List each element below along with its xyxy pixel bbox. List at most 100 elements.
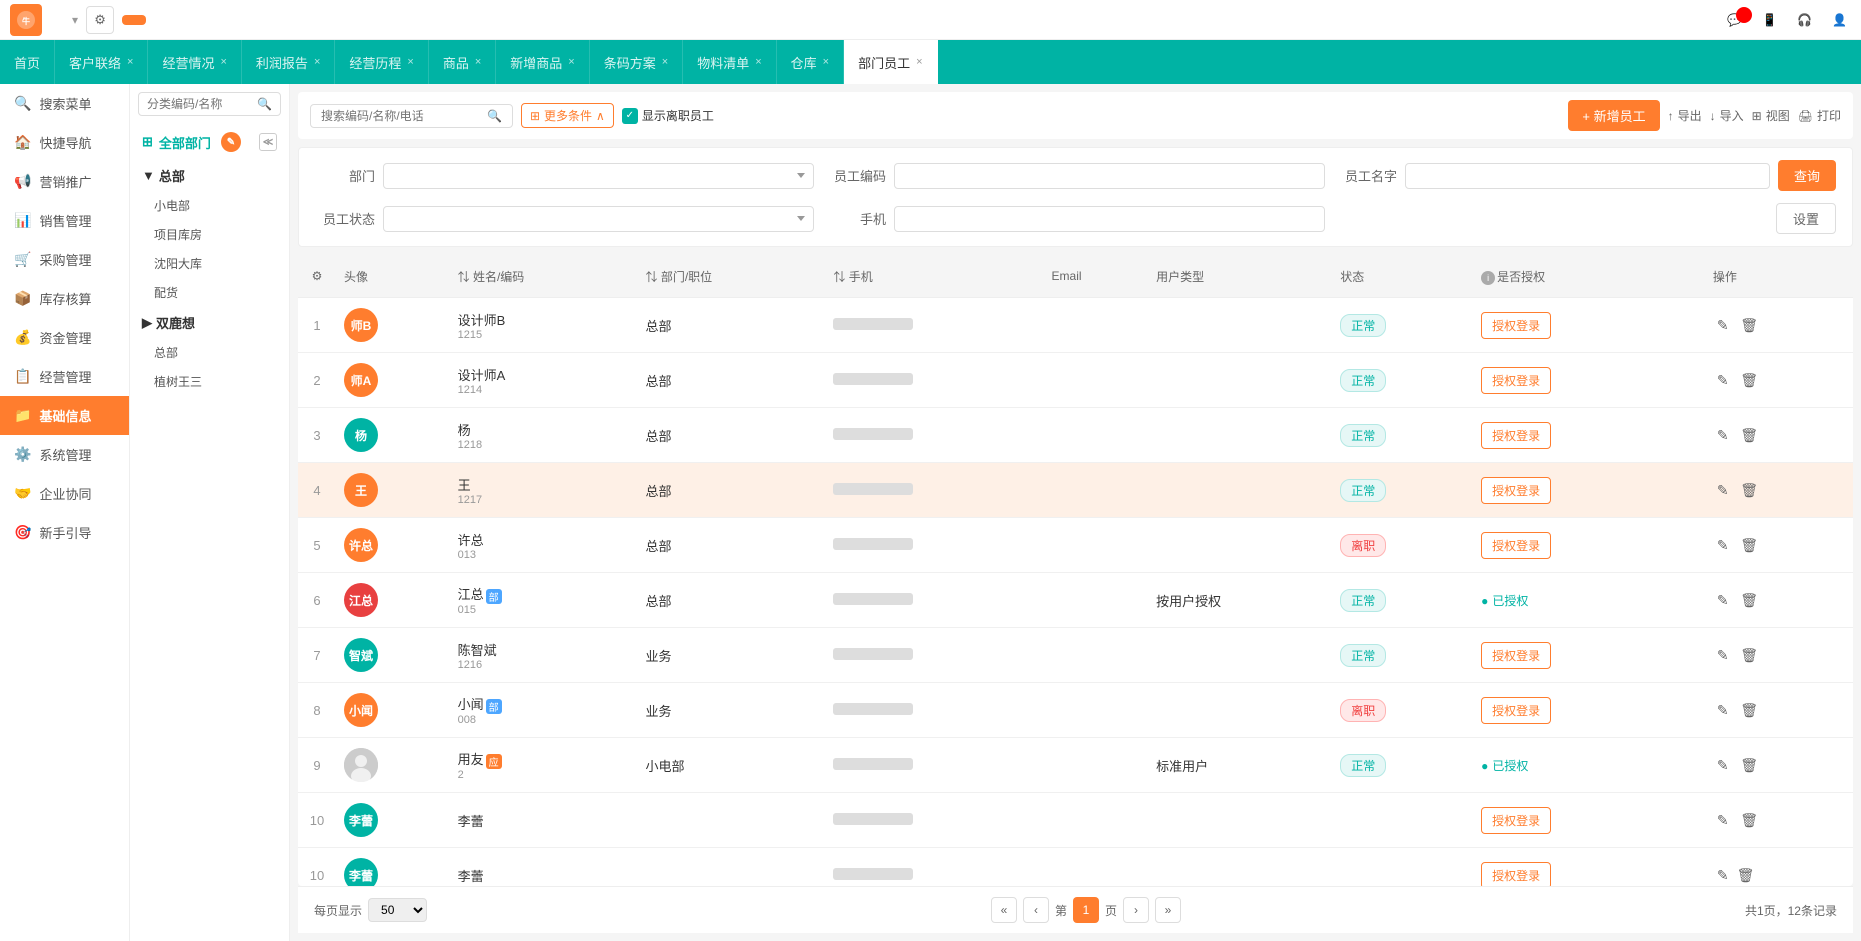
- sidebar-item-guide[interactable]: 🎯 新手引导: [0, 513, 129, 552]
- sidebar-item-management[interactable]: 📋 经营管理: [0, 357, 129, 396]
- delete-button[interactable]: 🗑: [1736, 425, 1762, 446]
- sidebar-item-search[interactable]: 🔍 搜索菜单: [0, 84, 129, 123]
- filter-select-emp-status[interactable]: [383, 206, 814, 232]
- tab-warehouse[interactable]: 仓库 ×: [777, 40, 844, 84]
- dept-item-xiaodiandian[interactable]: 小电部: [130, 191, 289, 220]
- sidebar-item-sales[interactable]: 📊 销售管理: [0, 201, 129, 240]
- sidebar-item-basic-info[interactable]: 📁 基础信息: [0, 396, 129, 435]
- sidebar-item-quicknav[interactable]: 🏠 快捷导航: [0, 123, 129, 162]
- show-retired-toggle[interactable]: ✓ 显示离职员工: [622, 107, 714, 124]
- edit-button[interactable]: ✎: [1713, 865, 1733, 886]
- sidebar-item-inventory[interactable]: 📦 库存核算: [0, 279, 129, 318]
- trial-button[interactable]: [122, 15, 146, 25]
- sidebar-item-marketing[interactable]: 📢 营销推广: [0, 162, 129, 201]
- dept-search-input[interactable]: [147, 97, 257, 111]
- tab-new-goods[interactable]: 新增商品 ×: [496, 40, 589, 84]
- th-dept[interactable]: ⇅ 部门/职位: [638, 255, 826, 298]
- query-button[interactable]: 查询: [1778, 160, 1836, 191]
- filter-input-phone[interactable]: [894, 206, 1325, 232]
- tab-home[interactable]: 首页: [0, 40, 55, 84]
- all-dept-item[interactable]: ⊞ 全部部门 ✎ ≪: [130, 124, 289, 160]
- dept-group-zongbu[interactable]: ▼ 总部: [130, 160, 289, 191]
- tab-operation[interactable]: 经营情况 ×: [148, 40, 241, 84]
- dept-item-xiangmu[interactable]: 项目库房: [130, 220, 289, 249]
- auth-login-button[interactable]: 授权登录: [1481, 312, 1551, 339]
- sidebar-item-collab[interactable]: 🤝 企业协同: [0, 474, 129, 513]
- edit-button[interactable]: ✎: [1713, 315, 1733, 336]
- search-input[interactable]: [321, 109, 481, 123]
- tab-dept-staff[interactable]: 部门员工 ×: [844, 40, 937, 84]
- auth-login-button[interactable]: 授权登录: [1481, 807, 1551, 834]
- th-gear[interactable]: ⚙: [298, 255, 336, 298]
- view-button[interactable]: ⊞ 视图: [1752, 107, 1790, 124]
- prev-page-button[interactable]: ‹: [1023, 897, 1049, 923]
- tab-goods[interactable]: 商品 ×: [429, 40, 496, 84]
- sidebar-item-finance[interactable]: 💰 资金管理: [0, 318, 129, 357]
- auth-login-button[interactable]: 授权登录: [1481, 862, 1551, 887]
- filter-select-dept[interactable]: [383, 163, 814, 189]
- print-button[interactable]: 🖨 打印: [1798, 107, 1841, 124]
- dept-search-box[interactable]: 🔍: [138, 92, 281, 116]
- edit-button[interactable]: ✎: [1713, 590, 1733, 611]
- delete-button[interactable]: 🗑: [1736, 700, 1762, 721]
- dept-edit-button[interactable]: ✎: [221, 132, 241, 152]
- delete-button[interactable]: 🗑: [1736, 590, 1762, 611]
- tab-barcode[interactable]: 条码方案 ×: [590, 40, 683, 84]
- settings-gear-button[interactable]: ⚙: [86, 6, 114, 34]
- edit-button[interactable]: ✎: [1713, 535, 1733, 556]
- delete-button[interactable]: 🗑: [1733, 865, 1759, 886]
- edit-button[interactable]: ✎: [1713, 370, 1733, 391]
- set-button[interactable]: 设置: [1776, 203, 1836, 234]
- dept-item-shenyang[interactable]: 沈阳大库: [130, 249, 289, 278]
- sidebar-item-system[interactable]: ⚙️ 系统管理: [0, 435, 129, 474]
- delete-button[interactable]: 🗑: [1736, 315, 1762, 336]
- edit-button[interactable]: ✎: [1713, 755, 1733, 776]
- delete-button[interactable]: 🗑: [1736, 370, 1762, 391]
- delete-button[interactable]: 🗑: [1736, 535, 1762, 556]
- tab-history[interactable]: 经营历程 ×: [335, 40, 428, 84]
- dept-item-zongbu2[interactable]: 总部: [130, 338, 289, 367]
- edit-button[interactable]: ✎: [1713, 645, 1733, 666]
- last-page-button[interactable]: »: [1155, 897, 1181, 923]
- sidebar-item-purchase[interactable]: 🛒 采购管理: [0, 240, 129, 279]
- dept-item-zhishu[interactable]: 植树王三: [130, 367, 289, 396]
- edit-button[interactable]: ✎: [1713, 480, 1733, 501]
- auth-login-button[interactable]: 授权登录: [1481, 477, 1551, 504]
- export-button[interactable]: ↑ 导出: [1668, 107, 1702, 124]
- tab-profit[interactable]: 利润报告 ×: [242, 40, 335, 84]
- search-box[interactable]: 🔍: [310, 104, 513, 128]
- delete-button[interactable]: 🗑: [1736, 480, 1762, 501]
- delete-button[interactable]: 🗑: [1736, 755, 1762, 776]
- delete-button[interactable]: 🗑: [1736, 810, 1762, 831]
- table-settings-icon[interactable]: ⚙: [306, 265, 328, 287]
- filter-input-emp-name[interactable]: [1405, 163, 1770, 189]
- app-download-button[interactable]: 📱: [1762, 13, 1781, 27]
- auth-login-button[interactable]: 授权登录: [1481, 697, 1551, 724]
- dropdown-arrow-icon[interactable]: ▾: [72, 13, 78, 27]
- auth-login-button[interactable]: 授权登录: [1481, 367, 1551, 394]
- more-filter-button[interactable]: ⊞ 更多条件 ∧: [521, 103, 614, 128]
- user-menu-button[interactable]: 👤: [1832, 13, 1851, 27]
- th-phone[interactable]: ⇅ 手机: [825, 255, 1043, 298]
- edit-button[interactable]: ✎: [1713, 700, 1733, 721]
- dept-item-peihuo[interactable]: 配货: [130, 278, 289, 307]
- add-employee-button[interactable]: + 新增员工: [1568, 100, 1659, 131]
- edit-button[interactable]: ✎: [1713, 810, 1733, 831]
- dept-collapse-button[interactable]: ≪: [259, 133, 277, 151]
- import-button[interactable]: ↓ 导入: [1710, 107, 1744, 124]
- delete-button[interactable]: 🗑: [1736, 645, 1762, 666]
- dept-group-shuangluxiang[interactable]: ▶ 双鹿想: [130, 307, 289, 338]
- tab-customer[interactable]: 客户联络 ×: [55, 40, 148, 84]
- th-name[interactable]: ⇅ 姓名/编码: [450, 255, 638, 298]
- auth-login-button[interactable]: 授权登录: [1481, 422, 1551, 449]
- next-page-button[interactable]: ›: [1123, 897, 1149, 923]
- online-service-button[interactable]: 🎧: [1797, 13, 1816, 27]
- auth-login-button[interactable]: 授权登录: [1481, 642, 1551, 669]
- tab-bom[interactable]: 物料清单 ×: [683, 40, 776, 84]
- edit-button[interactable]: ✎: [1713, 425, 1733, 446]
- filter-input-emp-code[interactable]: [894, 163, 1325, 189]
- prev-prev-page-button[interactable]: «: [991, 897, 1017, 923]
- auth-login-button[interactable]: 授权登录: [1481, 532, 1551, 559]
- page-size-select[interactable]: 50 20 100: [368, 898, 427, 922]
- message-button[interactable]: 💬: [1727, 13, 1746, 27]
